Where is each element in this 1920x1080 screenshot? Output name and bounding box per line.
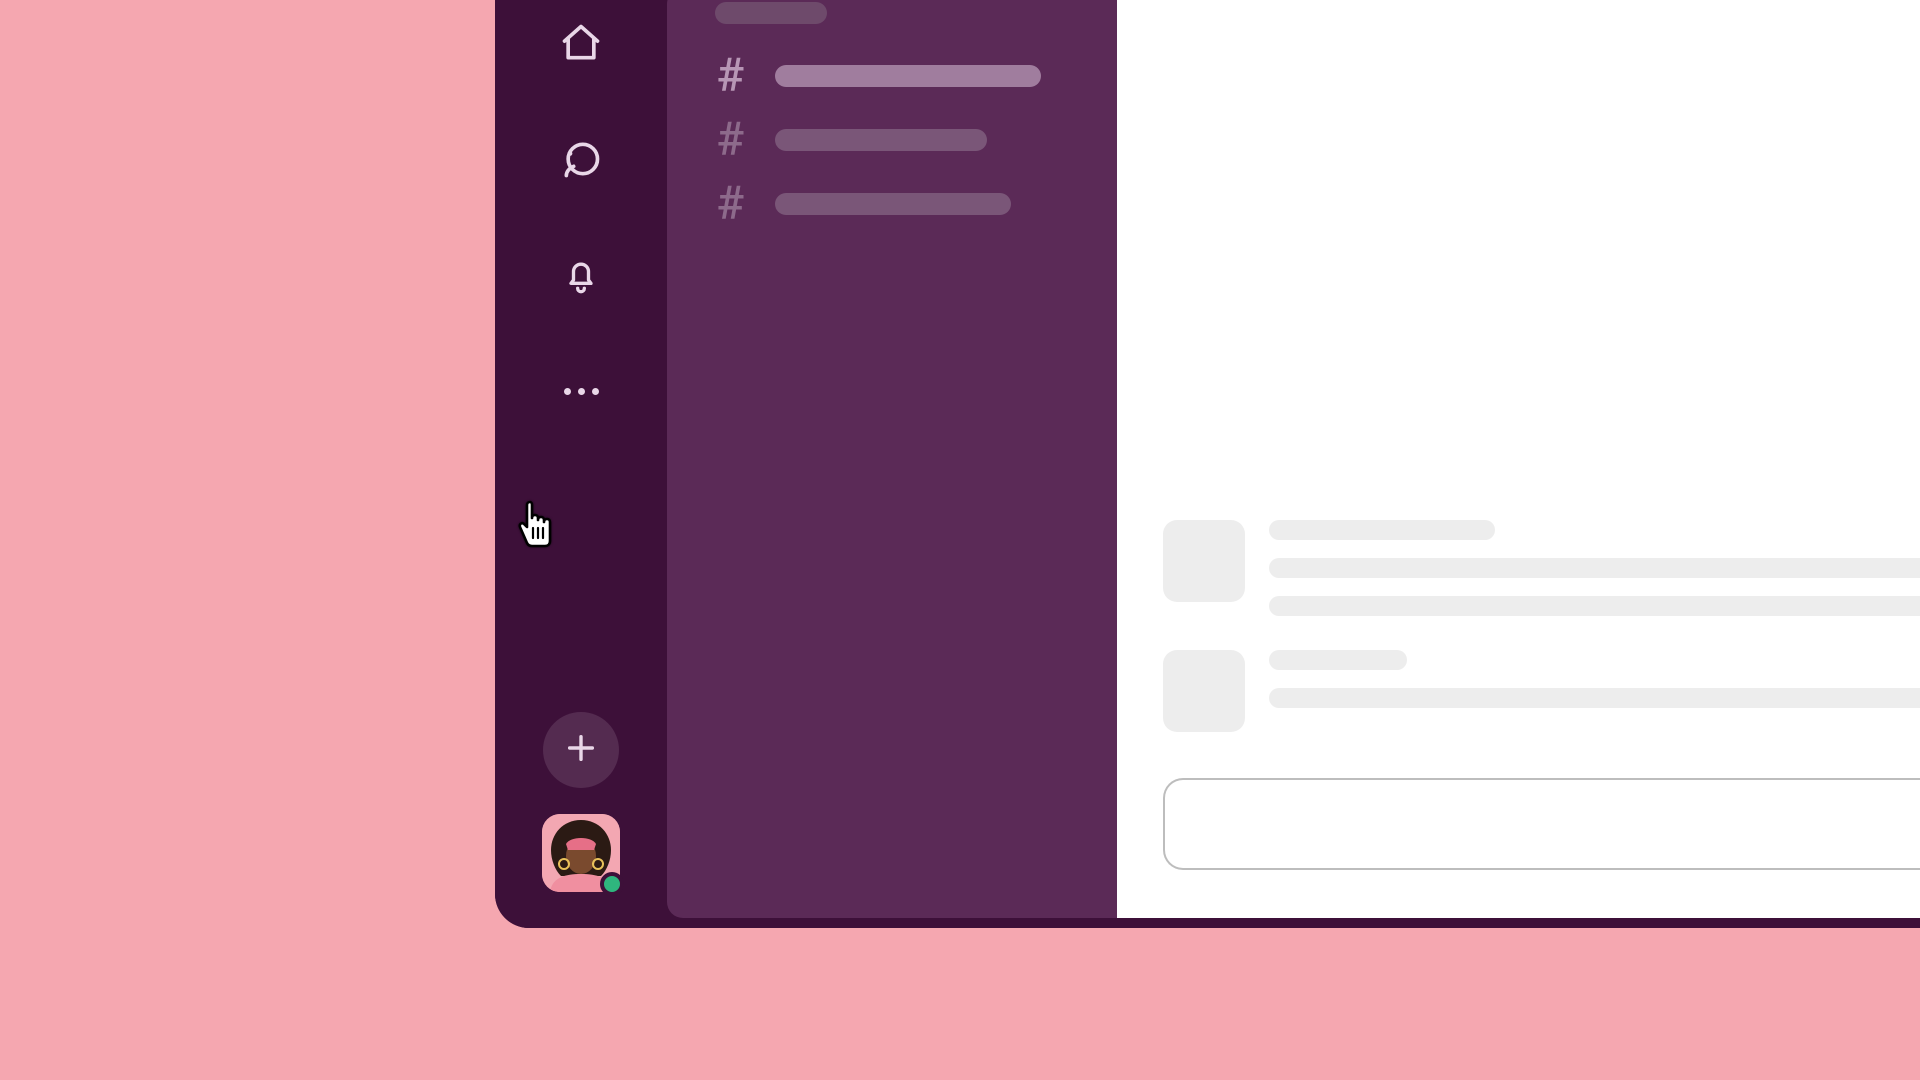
message-avatar	[1163, 650, 1245, 732]
message-line-placeholder	[1269, 688, 1920, 708]
nav-more[interactable]	[550, 360, 612, 422]
message	[1163, 650, 1920, 732]
nav-activity[interactable]	[550, 244, 612, 306]
channel-sidebar: # # #	[667, 0, 1117, 918]
channel-name-placeholder	[775, 65, 1041, 87]
nav-dms[interactable]	[550, 128, 612, 190]
message-line-placeholder	[1269, 558, 1920, 578]
hash-icon: #	[715, 53, 745, 99]
channel-section-header[interactable]	[715, 2, 827, 24]
channel-name-placeholder	[775, 193, 1011, 215]
create-button[interactable]	[543, 712, 619, 788]
nav-rail	[495, 0, 667, 928]
message-avatar	[1163, 520, 1245, 602]
nav-home[interactable]	[550, 12, 612, 74]
message-line-placeholder	[1269, 596, 1920, 616]
message-body	[1269, 520, 1920, 616]
conversation-pane	[1117, 0, 1920, 918]
app-shell: # # #	[495, 0, 1920, 928]
channel-name-placeholder	[775, 129, 987, 151]
message-body	[1269, 650, 1920, 708]
more-icon	[564, 388, 599, 395]
message-line-placeholder	[1269, 650, 1407, 670]
user-avatar[interactable]	[542, 814, 620, 892]
hash-icon: #	[715, 181, 745, 227]
plus-icon	[564, 731, 598, 769]
message-line-placeholder	[1269, 520, 1495, 540]
message-list	[1163, 520, 1920, 732]
hash-icon: #	[715, 117, 745, 163]
channel-item[interactable]: #	[715, 184, 1077, 224]
channel-item[interactable]: #	[715, 56, 1077, 96]
presence-indicator	[600, 872, 624, 896]
message	[1163, 520, 1920, 616]
dms-icon	[559, 137, 603, 181]
message-composer[interactable]	[1163, 778, 1920, 870]
home-icon	[559, 21, 603, 65]
channel-item[interactable]: #	[715, 120, 1077, 160]
bell-icon	[561, 253, 601, 297]
